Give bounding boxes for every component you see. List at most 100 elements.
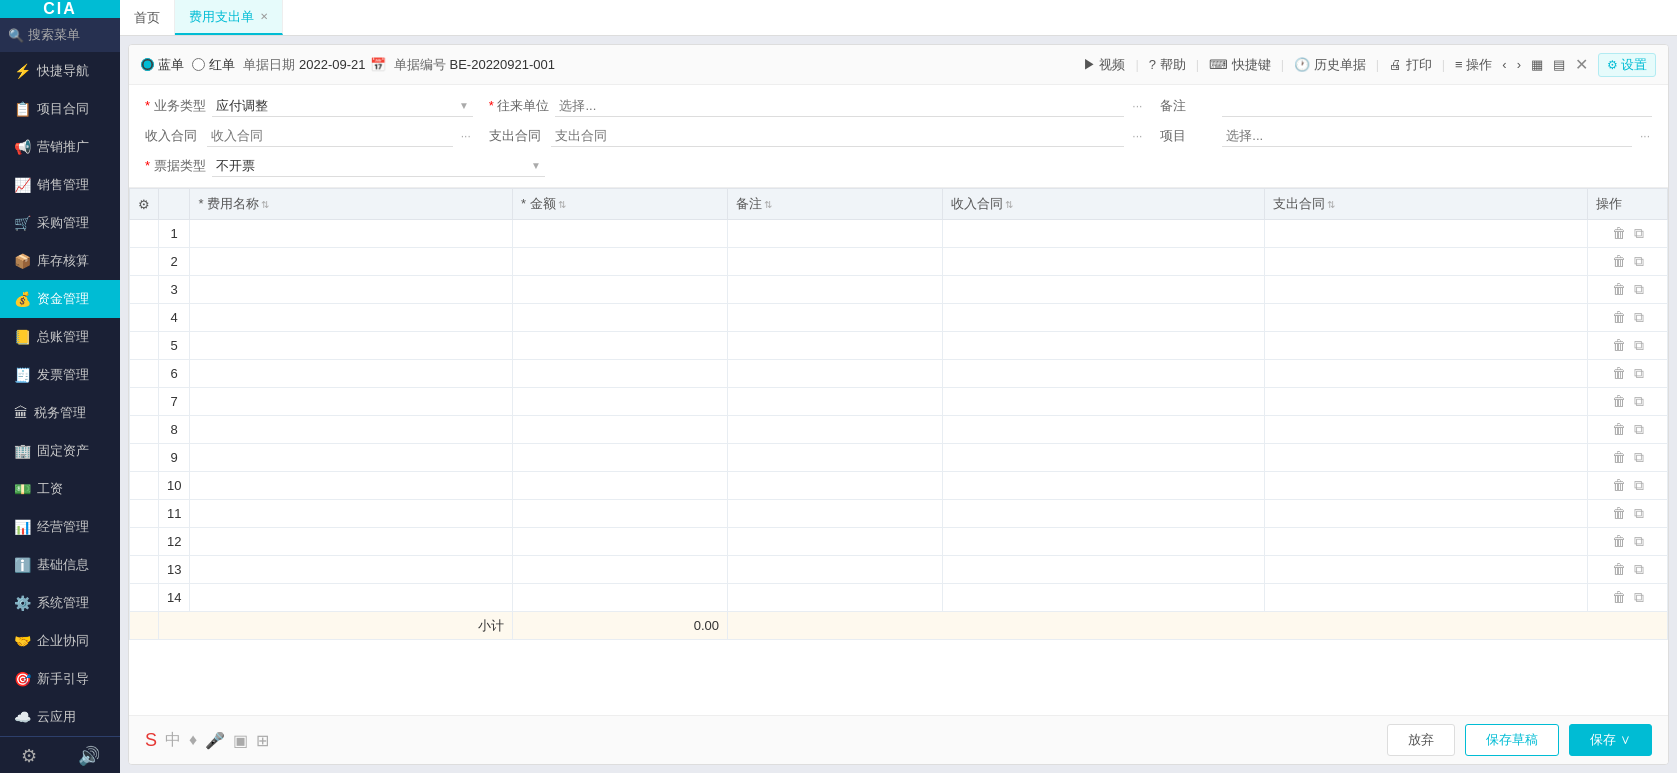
expense-name-cell[interactable] xyxy=(190,472,513,500)
expense-contract-cell[interactable] xyxy=(1265,276,1588,304)
amount-cell[interactable] xyxy=(512,304,727,332)
calendar-icon[interactable]: 📅 xyxy=(370,57,386,72)
copy-icon[interactable]: ⧉ xyxy=(1634,309,1644,326)
copy-icon[interactable]: ⧉ xyxy=(1634,337,1644,354)
sidebar-search[interactable]: 🔍 搜索菜单 xyxy=(0,18,120,52)
remark-cell[interactable] xyxy=(727,304,942,332)
action-operation[interactable]: ≡ 操作 xyxy=(1455,56,1492,74)
th-income-contract[interactable]: 收入合同 ⇅ xyxy=(942,189,1265,220)
amount-cell[interactable] xyxy=(512,556,727,584)
expense-contract-cell[interactable] xyxy=(1265,304,1588,332)
delete-icon[interactable]: 🗑 xyxy=(1612,309,1626,326)
action-help[interactable]: ? 帮助 xyxy=(1149,56,1186,74)
copy-icon[interactable]: ⧉ xyxy=(1634,253,1644,270)
income-contract-input[interactable] xyxy=(207,125,453,147)
delete-icon[interactable]: 🗑 xyxy=(1612,505,1626,522)
sidebar-item-salary[interactable]: 💵 工资 xyxy=(0,470,120,508)
footer-icon-zh[interactable]: 中 xyxy=(165,730,181,751)
amount-cell[interactable] xyxy=(512,220,727,248)
action-grid2[interactable]: ▤ xyxy=(1553,57,1565,72)
income-contract-cell[interactable] xyxy=(942,556,1265,584)
remark-cell[interactable] xyxy=(727,500,942,528)
partner-input[interactable] xyxy=(555,95,1124,117)
sidebar-item-marketing[interactable]: 📢 营销推广 xyxy=(0,128,120,166)
income-contract-cell[interactable] xyxy=(942,472,1265,500)
settings-icon[interactable]: ⚙ xyxy=(21,745,37,767)
set-button[interactable]: ⚙ 设置 xyxy=(1598,53,1656,77)
income-contract-cell[interactable] xyxy=(942,416,1265,444)
remark-cell[interactable] xyxy=(727,276,942,304)
expense-contract-ellipsis[interactable]: ··· xyxy=(1130,129,1144,143)
delete-icon[interactable]: 🗑 xyxy=(1612,561,1626,578)
copy-icon[interactable]: ⧉ xyxy=(1634,225,1644,242)
sidebar-item-purchase[interactable]: 🛒 采购管理 xyxy=(0,204,120,242)
copy-icon[interactable]: ⧉ xyxy=(1634,533,1644,550)
sidebar-item-quick-nav[interactable]: ⚡ 快捷导航 xyxy=(0,52,120,90)
income-contract-cell[interactable] xyxy=(942,332,1265,360)
delete-icon[interactable]: 🗑 xyxy=(1612,421,1626,438)
copy-icon[interactable]: ⧉ xyxy=(1634,561,1644,578)
copy-icon[interactable]: ⧉ xyxy=(1634,281,1644,298)
volume-icon[interactable]: 🔊 xyxy=(78,745,100,767)
expense-contract-cell[interactable] xyxy=(1265,556,1588,584)
sidebar-item-project-contract[interactable]: 📋 项目合同 xyxy=(0,90,120,128)
copy-icon[interactable]: ⧉ xyxy=(1634,421,1644,438)
business-type-select[interactable]: 应付调整 xyxy=(216,98,459,113)
delete-icon[interactable]: 🗑 xyxy=(1612,365,1626,382)
remark-cell[interactable] xyxy=(727,248,942,276)
amount-cell[interactable] xyxy=(512,472,727,500)
expense-name-cell[interactable] xyxy=(190,248,513,276)
delete-icon[interactable]: 🗑 xyxy=(1612,393,1626,410)
income-contract-cell[interactable] xyxy=(942,528,1265,556)
amount-cell[interactable] xyxy=(512,584,727,612)
save-draft-button[interactable]: 保存草稿 xyxy=(1465,724,1559,756)
action-next[interactable]: › xyxy=(1517,57,1521,72)
income-contract-cell[interactable] xyxy=(942,388,1265,416)
copy-icon[interactable]: ⧉ xyxy=(1634,449,1644,466)
footer-icon-grid[interactable]: ▣ xyxy=(233,731,248,750)
income-contract-cell[interactable] xyxy=(942,500,1265,528)
delete-icon[interactable]: 🗑 xyxy=(1612,533,1626,550)
expense-name-cell[interactable] xyxy=(190,528,513,556)
income-contract-cell[interactable] xyxy=(942,304,1265,332)
income-contract-cell[interactable] xyxy=(942,444,1265,472)
date-value[interactable]: 2022-09-21 xyxy=(299,57,366,72)
th-settings[interactable]: ⚙ xyxy=(130,189,159,220)
expense-contract-cell[interactable] xyxy=(1265,360,1588,388)
expense-contract-input[interactable] xyxy=(551,125,1125,147)
th-remark[interactable]: 备注 ⇅ xyxy=(727,189,942,220)
amount-cell[interactable] xyxy=(512,528,727,556)
action-history[interactable]: 🕐 历史单据 xyxy=(1294,56,1366,74)
business-type-select-wrap[interactable]: 应付调整 ▼ xyxy=(212,95,473,117)
copy-icon[interactable]: ⧉ xyxy=(1634,505,1644,522)
copy-icon[interactable]: ⧉ xyxy=(1634,477,1644,494)
remark-cell[interactable] xyxy=(727,220,942,248)
sidebar-item-tax[interactable]: 🏛 税务管理 xyxy=(0,394,120,432)
expense-name-cell[interactable] xyxy=(190,444,513,472)
remark-input[interactable] xyxy=(1222,95,1652,117)
tab-expense-close[interactable]: ✕ xyxy=(260,11,268,22)
sidebar-item-capital[interactable]: 💰 资金管理 xyxy=(0,280,120,318)
expense-name-cell[interactable] xyxy=(190,332,513,360)
sidebar-item-enterprise[interactable]: 🤝 企业协同 xyxy=(0,622,120,660)
expense-name-cell[interactable] xyxy=(190,276,513,304)
delete-icon[interactable]: 🗑 xyxy=(1612,477,1626,494)
sidebar-item-cloud[interactable]: ☁️ 云应用 xyxy=(0,698,120,736)
income-contract-cell[interactable] xyxy=(942,584,1265,612)
window-close-button[interactable]: ✕ xyxy=(1575,55,1588,74)
delete-icon[interactable]: 🗑 xyxy=(1612,253,1626,270)
footer-icon-table[interactable]: ⊞ xyxy=(256,731,269,750)
remark-cell[interactable] xyxy=(727,584,942,612)
sidebar-item-ledger[interactable]: 📒 总账管理 xyxy=(0,318,120,356)
amount-cell[interactable] xyxy=(512,416,727,444)
expense-name-cell[interactable] xyxy=(190,584,513,612)
amount-cell[interactable] xyxy=(512,360,727,388)
project-ellipsis[interactable]: ··· xyxy=(1638,129,1652,143)
remark-cell[interactable] xyxy=(727,388,942,416)
th-expense-name[interactable]: * 费用名称 ⇅ xyxy=(190,189,513,220)
sidebar-item-newbie[interactable]: 🎯 新手引导 xyxy=(0,660,120,698)
radio-red-label[interactable]: 红单 xyxy=(192,56,235,74)
partner-ellipsis[interactable]: ··· xyxy=(1130,99,1144,113)
action-shortcut[interactable]: ⌨ 快捷键 xyxy=(1209,56,1271,74)
remark-cell[interactable] xyxy=(727,416,942,444)
